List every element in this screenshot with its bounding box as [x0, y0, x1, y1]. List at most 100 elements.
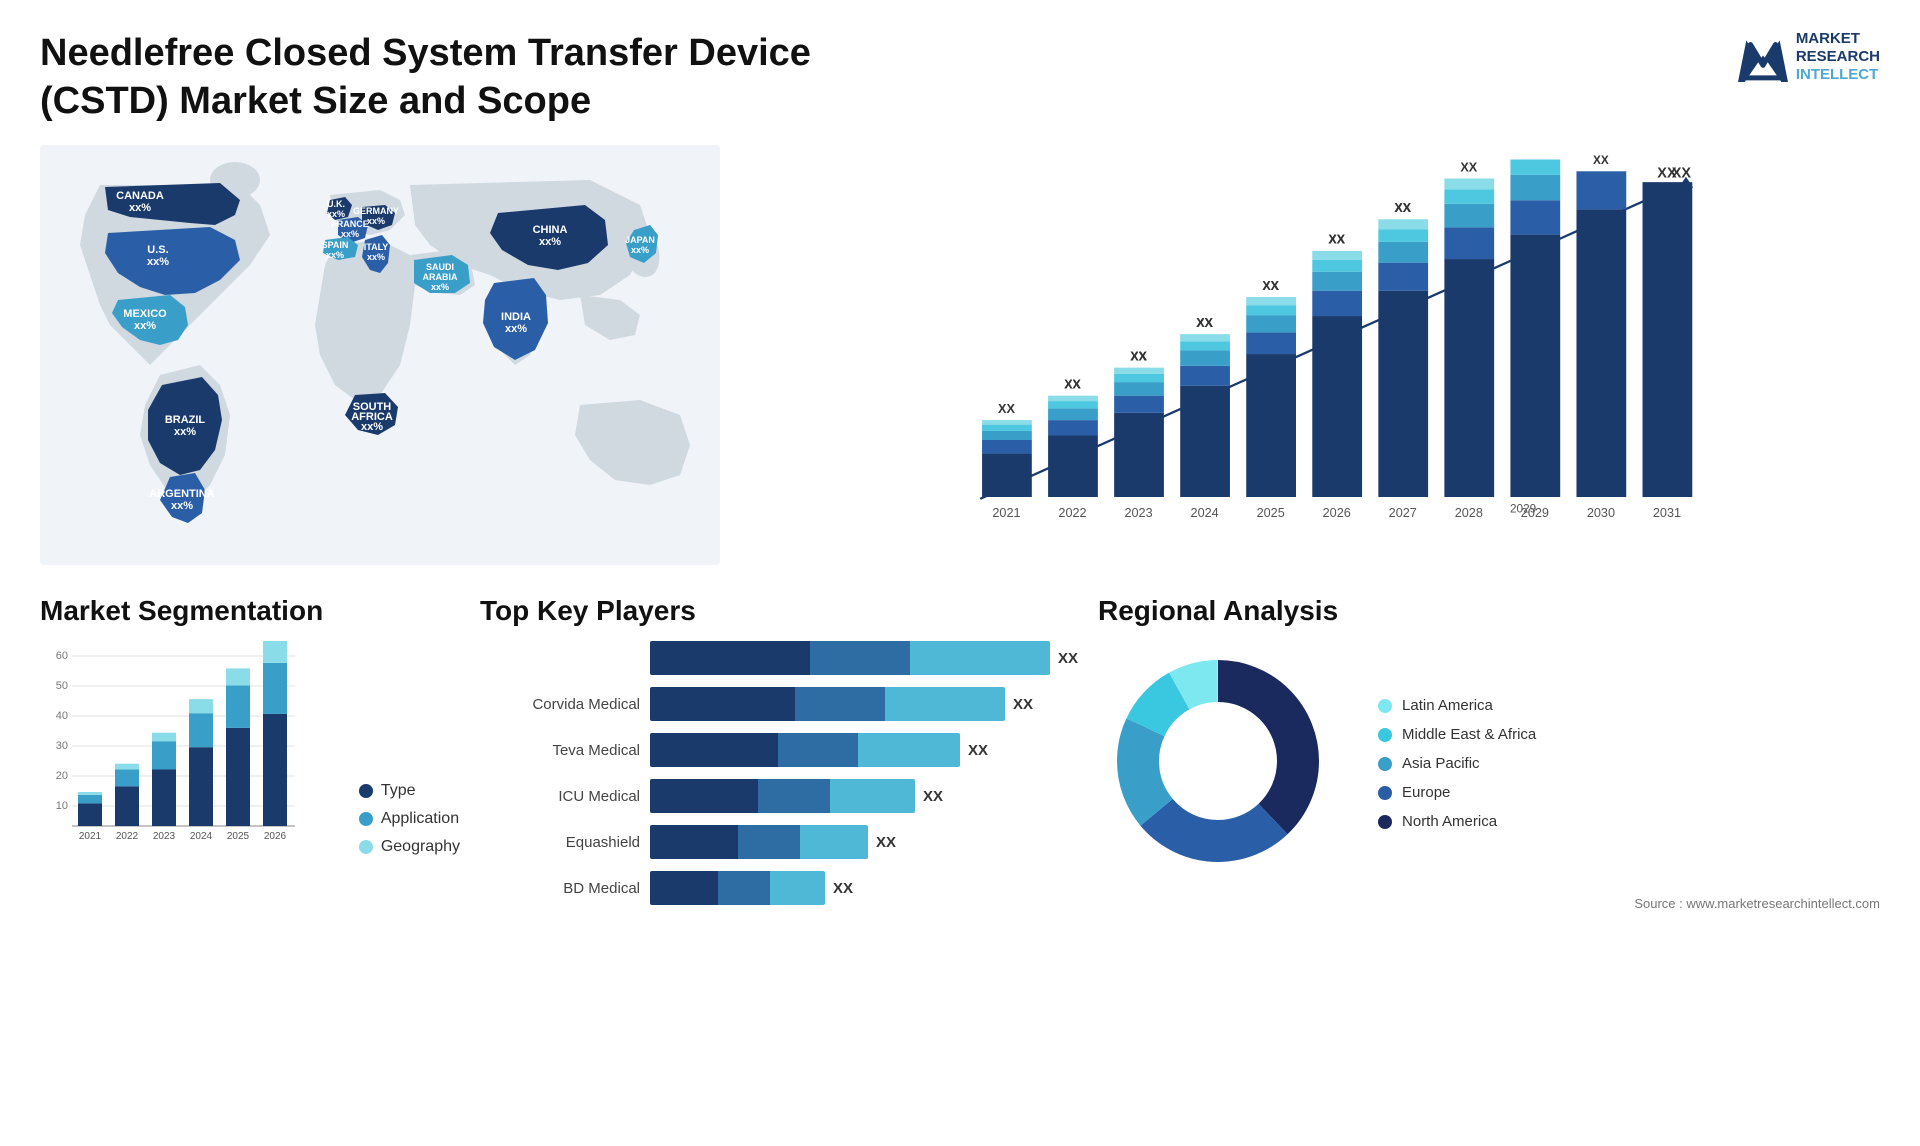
player-val-6: XX	[833, 880, 853, 897]
legend-application-dot	[359, 812, 373, 826]
svg-text:SPAIN: SPAIN	[322, 240, 349, 250]
bar-light-1	[910, 641, 1050, 675]
regional-analysis: Regional Analysis	[1098, 595, 1880, 911]
player-val-2: XX	[1013, 696, 1033, 713]
svg-text:xx%: xx%	[174, 426, 196, 438]
player-bar-1	[650, 641, 1050, 675]
svg-text:2022: 2022	[116, 831, 139, 842]
svg-text:CANADA: CANADA	[116, 190, 164, 202]
svg-text:2026: 2026	[264, 831, 287, 842]
svg-text:BRAZIL: BRAZIL	[165, 414, 206, 426]
latin-america-label: Latin America	[1402, 697, 1493, 714]
bar-light-4	[830, 779, 915, 813]
page-wrapper: Needlefree Closed System Transfer Device…	[0, 0, 1920, 1146]
svg-text:xx%: xx%	[367, 252, 385, 262]
svg-text:2030: 2030	[1587, 506, 1615, 520]
europe-dot	[1378, 786, 1392, 800]
svg-text:XX: XX	[1329, 234, 1345, 247]
svg-text:60: 60	[56, 650, 68, 662]
svg-text:U.K.: U.K.	[327, 199, 345, 209]
player-bar-wrap-4: XX	[650, 779, 1078, 813]
svg-text:2025: 2025	[1257, 506, 1285, 520]
svg-text:2021: 2021	[992, 506, 1020, 520]
svg-text:XX: XX	[1672, 166, 1692, 182]
svg-text:50: 50	[56, 680, 68, 692]
svg-text:U.S.: U.S.	[147, 244, 168, 256]
bar-chart: XX XX XX XX	[760, 155, 1870, 535]
svg-text:MEXICO: MEXICO	[123, 308, 167, 320]
players-chart: XX Corvida Medical XX	[480, 641, 1078, 905]
legend-europe: Europe	[1378, 784, 1536, 801]
bar-dark-1	[650, 641, 810, 675]
bottom-section: Market Segmentation 60 50 40 30 20 10	[40, 595, 1880, 917]
player-row-3: Teva Medical XX	[480, 733, 1078, 767]
svg-text:2024: 2024	[1191, 506, 1219, 520]
bar-mid-6	[718, 871, 770, 905]
player-bar-4	[650, 779, 915, 813]
player-bar-6	[650, 871, 825, 905]
svg-text:xx%: xx%	[134, 320, 156, 332]
donut-chart-wrap	[1098, 641, 1358, 886]
seg-legend: Type Application Geography	[359, 782, 460, 856]
bar-dark-5	[650, 825, 738, 859]
svg-text:2024: 2024	[190, 831, 213, 842]
legend-geography: Geography	[359, 838, 460, 856]
svg-text:XX: XX	[1460, 160, 1477, 174]
svg-text:xx%: xx%	[147, 256, 169, 268]
bar-light-5	[800, 825, 868, 859]
svg-text:xx%: xx%	[631, 245, 649, 255]
logo-area: MARKET RESEARCH INTELLECT	[1738, 30, 1880, 84]
player-bar-wrap-6: XX	[650, 871, 1078, 905]
europe-label: Europe	[1402, 784, 1450, 801]
legend-latin-america: Latin America	[1378, 697, 1536, 714]
player-row-2: Corvida Medical XX	[480, 687, 1078, 721]
player-row-1: XX	[480, 641, 1078, 675]
regional-legend: Latin America Middle East & Africa Asia …	[1378, 697, 1536, 830]
svg-text:JAPAN: JAPAN	[625, 235, 655, 245]
svg-text:XX: XX	[1593, 155, 1609, 167]
legend-geography-label: Geography	[381, 838, 460, 856]
regional-title: Regional Analysis	[1098, 595, 1880, 627]
legend-type-dot	[359, 784, 373, 798]
svg-text:2025: 2025	[227, 831, 250, 842]
source-text: Source : www.marketresearchintellect.com	[1634, 896, 1880, 911]
legend-middle-east-africa: Middle East & Africa	[1378, 726, 1536, 743]
player-val-4: XX	[923, 788, 943, 805]
player-name-5: Equashield	[480, 834, 640, 851]
svg-text:2031: 2031	[1653, 506, 1681, 520]
page-title: Needlefree Closed System Transfer Device…	[40, 30, 940, 125]
legend-asia-pacific: Asia Pacific	[1378, 755, 1536, 772]
svg-text:FRANCE: FRANCE	[331, 219, 369, 229]
svg-text:2027: 2027	[1389, 506, 1417, 520]
svg-text:xx%: xx%	[341, 229, 359, 239]
bar-light-3	[858, 733, 960, 767]
svg-text:2021: 2021	[79, 831, 102, 842]
svg-text:xx%: xx%	[505, 323, 527, 335]
bar-dark-6	[650, 871, 718, 905]
player-bar-3	[650, 733, 960, 767]
player-bar-wrap-2: XX	[650, 687, 1078, 721]
player-bar-wrap-1: XX	[650, 641, 1078, 675]
bar-light-6	[770, 871, 825, 905]
player-val-5: XX	[876, 834, 896, 851]
legend-application: Application	[359, 810, 460, 828]
svg-text:20: 20	[56, 770, 68, 782]
world-map: CANADA xx% U.S. xx% MEXICO xx% BRAZIL xx…	[40, 145, 720, 565]
player-name-3: Teva Medical	[480, 742, 640, 759]
bar-mid-4	[758, 779, 830, 813]
svg-text:xx%: xx%	[171, 500, 193, 512]
svg-text:xx%: xx%	[361, 421, 383, 433]
svg-text:2023: 2023	[153, 831, 176, 842]
bar-mid-5	[738, 825, 800, 859]
svg-text:xx%: xx%	[431, 282, 449, 292]
legend-type-label: Type	[381, 782, 416, 800]
svg-text:ARGENTINA: ARGENTINA	[149, 488, 214, 500]
player-val-3: XX	[968, 742, 988, 759]
svg-text:INDIA: INDIA	[501, 311, 531, 323]
svg-text:2022: 2022	[1058, 506, 1086, 520]
bar-dark-3	[650, 733, 778, 767]
svg-text:30: 30	[56, 740, 68, 752]
svg-text:XX: XX	[1131, 350, 1147, 363]
source-line: Source : www.marketresearchintellect.com	[1098, 896, 1880, 911]
seg-chart: 60 50 40 30 20 10	[40, 641, 343, 866]
